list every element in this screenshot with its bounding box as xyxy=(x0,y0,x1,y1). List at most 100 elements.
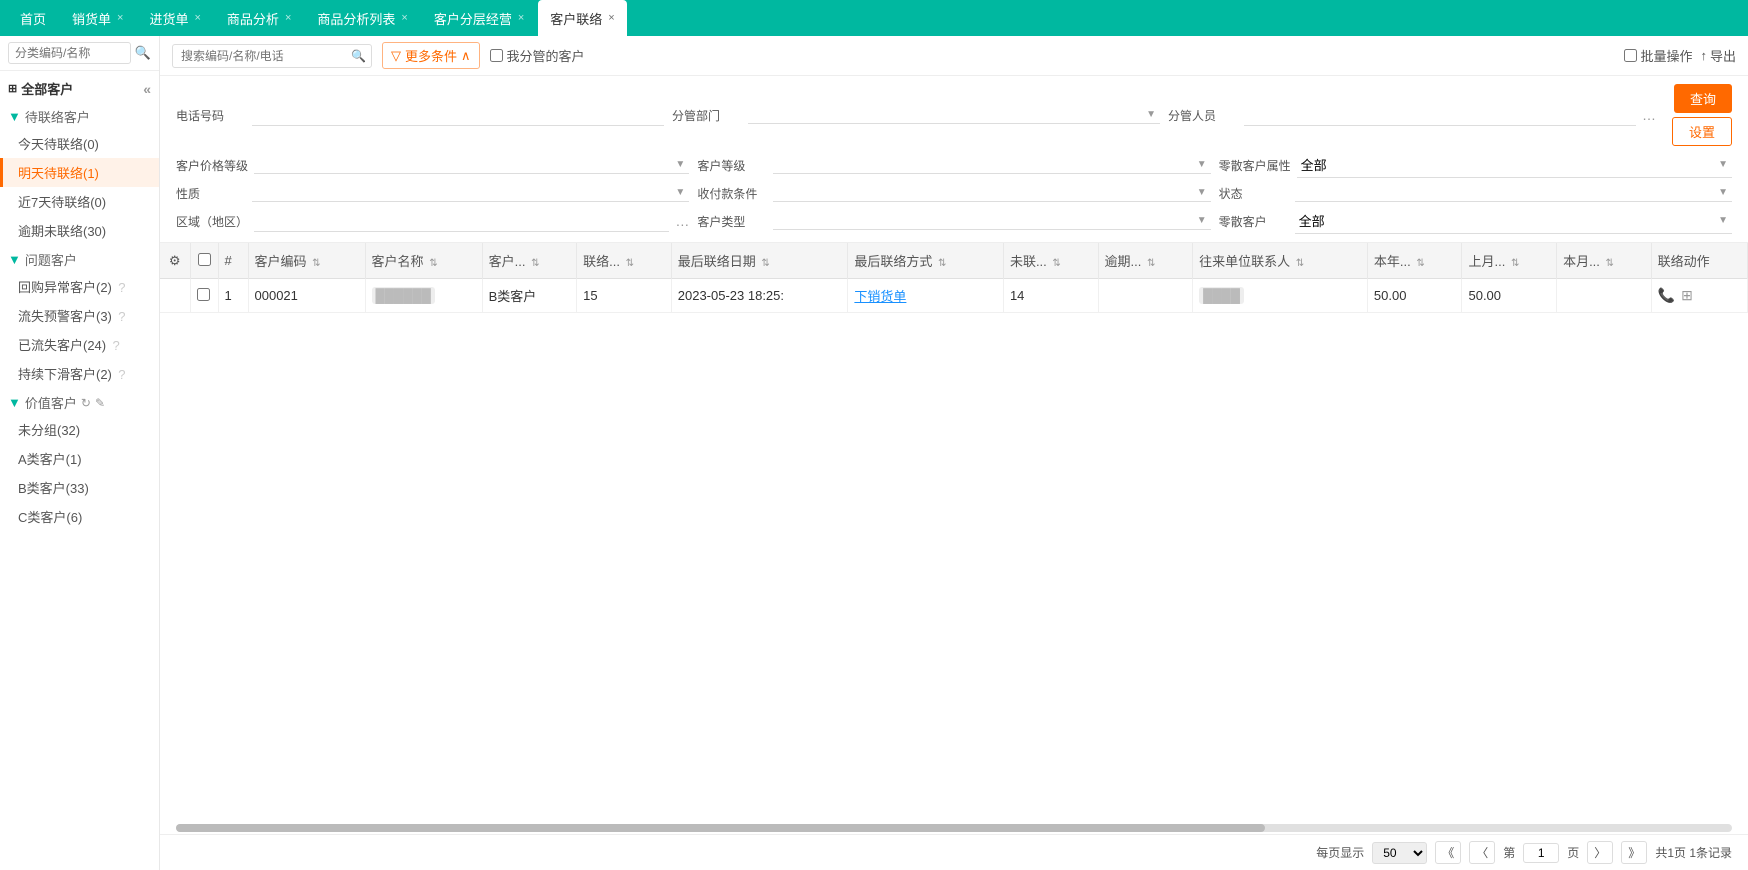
col-no-contact[interactable]: 未联... ⇅ xyxy=(1003,243,1098,279)
action-phone-icon[interactable]: 📞 xyxy=(1658,287,1675,304)
set-button[interactable]: 设置 xyxy=(1672,117,1732,146)
query-button[interactable]: 查询 xyxy=(1674,84,1732,113)
row-last-type[interactable]: 下销货单 xyxy=(848,279,1004,313)
col-this-month[interactable]: 本月... ⇅ xyxy=(1557,243,1652,279)
col-type[interactable]: 客户... ⇅ xyxy=(482,243,577,279)
sidebar-item-ungrouped[interactable]: 未分组(32) xyxy=(0,415,159,444)
prev-page-button[interactable]: 〈 xyxy=(1469,841,1495,864)
col-code[interactable]: 客户编码 ⇅ xyxy=(248,243,365,279)
page-unit: 页 xyxy=(1567,844,1579,861)
export-button[interactable]: ↑ 导出 xyxy=(1700,46,1736,65)
dept-select[interactable]: ▼ xyxy=(748,106,1160,124)
search-icon[interactable]: 🔍 xyxy=(351,49,366,63)
value-edit-icon[interactable]: ✎ xyxy=(95,396,105,410)
cust-type-select[interactable]: ▼ xyxy=(773,212,1210,230)
value-refresh-icon[interactable]: ↻ xyxy=(81,396,91,410)
sidebar-item-b-class[interactable]: B类客户(33) xyxy=(0,473,159,502)
col-last-month[interactable]: 上月... ⇅ xyxy=(1462,243,1557,279)
col-overdue[interactable]: 逾期... ⇅ xyxy=(1098,243,1193,279)
nav-product-analysis-list-close[interactable]: × xyxy=(401,12,407,24)
next-page-button[interactable]: 〉 xyxy=(1587,841,1613,864)
person-more-btn[interactable]: … xyxy=(1642,107,1656,123)
per-page-select[interactable]: 50 100 xyxy=(1372,842,1427,864)
person-label: 分管人员 xyxy=(1168,107,1238,124)
col-unit-contact[interactable]: 往来单位联系人 ⇅ xyxy=(1193,243,1368,279)
page-input[interactable] xyxy=(1523,843,1559,863)
nav-customer-tier[interactable]: 客户分层经营 × xyxy=(422,0,536,36)
nav-product-analysis[interactable]: 商品分析 × xyxy=(215,0,303,36)
filter-cust-level: 客户等级 ▼ xyxy=(697,156,1210,174)
search-bar-right: 批量操作 ↑ 导出 xyxy=(1624,46,1736,65)
sidebar-item-today[interactable]: 今天待联络(0) xyxy=(0,129,159,158)
nav-product-analysis-list[interactable]: 商品分析列表 × xyxy=(305,0,419,36)
sidebar-item-7days[interactable]: 近7天待联络(0) xyxy=(0,187,159,216)
payment-select[interactable]: ▼ xyxy=(773,184,1210,202)
collapse-btn[interactable]: « xyxy=(143,81,151,97)
area-input[interactable] xyxy=(258,214,665,228)
nav-sales-close[interactable]: × xyxy=(117,12,123,24)
sidebar-item-repurchase[interactable]: 回购异常客户(2) ? xyxy=(0,272,159,301)
action-grid-icon[interactable]: ⊞ xyxy=(1681,287,1693,304)
retail-attr-select[interactable]: 全部 ▼ xyxy=(1297,152,1732,178)
nav-home[interactable]: 首页 xyxy=(8,0,58,36)
status-select[interactable]: ▼ xyxy=(1295,184,1732,202)
sidebar-item-churned[interactable]: 已流失客户(24) ? xyxy=(0,330,159,359)
col-settings[interactable]: ⚙ xyxy=(160,243,190,279)
help-icon-repurchase: ? xyxy=(118,280,125,295)
pending-group-header[interactable]: ▼ 待联络客户 xyxy=(0,102,159,129)
nav-purchase-close[interactable]: × xyxy=(194,12,200,24)
sidebar-item-tomorrow[interactable]: 明天待联络(1) xyxy=(0,158,159,187)
row-checkbox[interactable] xyxy=(190,279,218,313)
cust-level-select[interactable]: ▼ xyxy=(773,156,1210,174)
nav-sales[interactable]: 销货单 × xyxy=(60,0,135,36)
nav-purchase[interactable]: 进货单 × xyxy=(137,0,212,36)
nav-product-analysis-close[interactable]: × xyxy=(285,12,291,24)
search-input[interactable] xyxy=(172,44,372,68)
sidebar-item-overdue[interactable]: 逾期未联络(30) xyxy=(0,216,159,245)
sidebar-item-a-class[interactable]: A类客户(1) xyxy=(0,444,159,473)
sidebar-search-input[interactable] xyxy=(8,42,131,64)
sidebar-item-churn-warning[interactable]: 流失预警客户(3) ? xyxy=(0,301,159,330)
problem-arrow: ▼ xyxy=(8,252,21,267)
col-last-type[interactable]: 最后联络方式 ⇅ xyxy=(848,243,1004,279)
sidebar-item-c-class[interactable]: C类客户(6) xyxy=(0,502,159,531)
sidebar-search-icon[interactable]: 🔍 xyxy=(135,45,151,61)
cust-level-label: 客户等级 xyxy=(697,157,767,174)
nature-select[interactable]: ▼ xyxy=(252,184,689,202)
sidebar-item-declining[interactable]: 持续下滑客户(2) ? xyxy=(0,359,159,388)
row-this-month xyxy=(1557,279,1652,313)
phone-input[interactable] xyxy=(256,108,660,122)
filter-cust-type: 客户类型 ▼ xyxy=(697,212,1210,230)
price-level-select[interactable]: ▼ xyxy=(254,156,689,174)
col-name[interactable]: 客户名称 ⇅ xyxy=(365,243,482,279)
first-page-button[interactable]: 《 xyxy=(1435,841,1461,864)
batch-operation-button[interactable]: 批量操作 xyxy=(1624,46,1692,65)
select-all-checkbox[interactable] xyxy=(198,253,211,266)
retail-cust-caret: ▼ xyxy=(1718,215,1728,226)
top-nav: 首页 销货单 × 进货单 × 商品分析 × 商品分析列表 × 客户分层经营 × … xyxy=(0,0,1748,36)
col-contact[interactable]: 联络... ⇅ xyxy=(577,243,672,279)
last-type-link[interactable]: 下销货单 xyxy=(854,289,906,304)
col-this-year[interactable]: 本年... ⇅ xyxy=(1367,243,1462,279)
my-customers-checkbox-wrap[interactable]: 我分管的客户 xyxy=(490,46,585,65)
horizontal-scrollbar[interactable] xyxy=(176,824,1732,832)
pending-group-label: 待联络客户 xyxy=(25,107,90,126)
col-checkbox[interactable] xyxy=(190,243,218,279)
nav-customer-tier-close[interactable]: × xyxy=(518,12,524,24)
more-filter-button[interactable]: ▽ 更多条件 ∧ xyxy=(382,42,480,69)
value-group-header[interactable]: ▼ 价值客户 ↻ ✎ xyxy=(0,388,159,415)
all-customers-label: 全部客户 xyxy=(21,79,73,98)
col-last-date[interactable]: 最后联络日期 ⇅ xyxy=(671,243,848,279)
nav-customer-contact[interactable]: 客户联络 × xyxy=(538,0,626,36)
person-input[interactable] xyxy=(1248,108,1632,122)
chevron-up-icon: ∧ xyxy=(461,48,471,64)
my-customers-checkbox[interactable] xyxy=(490,49,503,62)
scrollbar-thumb[interactable] xyxy=(176,824,1265,832)
problem-group-header[interactable]: ▼ 问题客户 xyxy=(0,245,159,272)
retail-cust-select[interactable]: 全部 ▼ xyxy=(1295,208,1732,234)
last-page-button[interactable]: 》 xyxy=(1621,841,1647,864)
nav-customer-contact-close[interactable]: × xyxy=(608,12,614,24)
row-select-checkbox[interactable] xyxy=(197,288,210,301)
batch-checkbox[interactable] xyxy=(1624,49,1637,62)
area-more-btn[interactable]: … xyxy=(675,213,689,229)
